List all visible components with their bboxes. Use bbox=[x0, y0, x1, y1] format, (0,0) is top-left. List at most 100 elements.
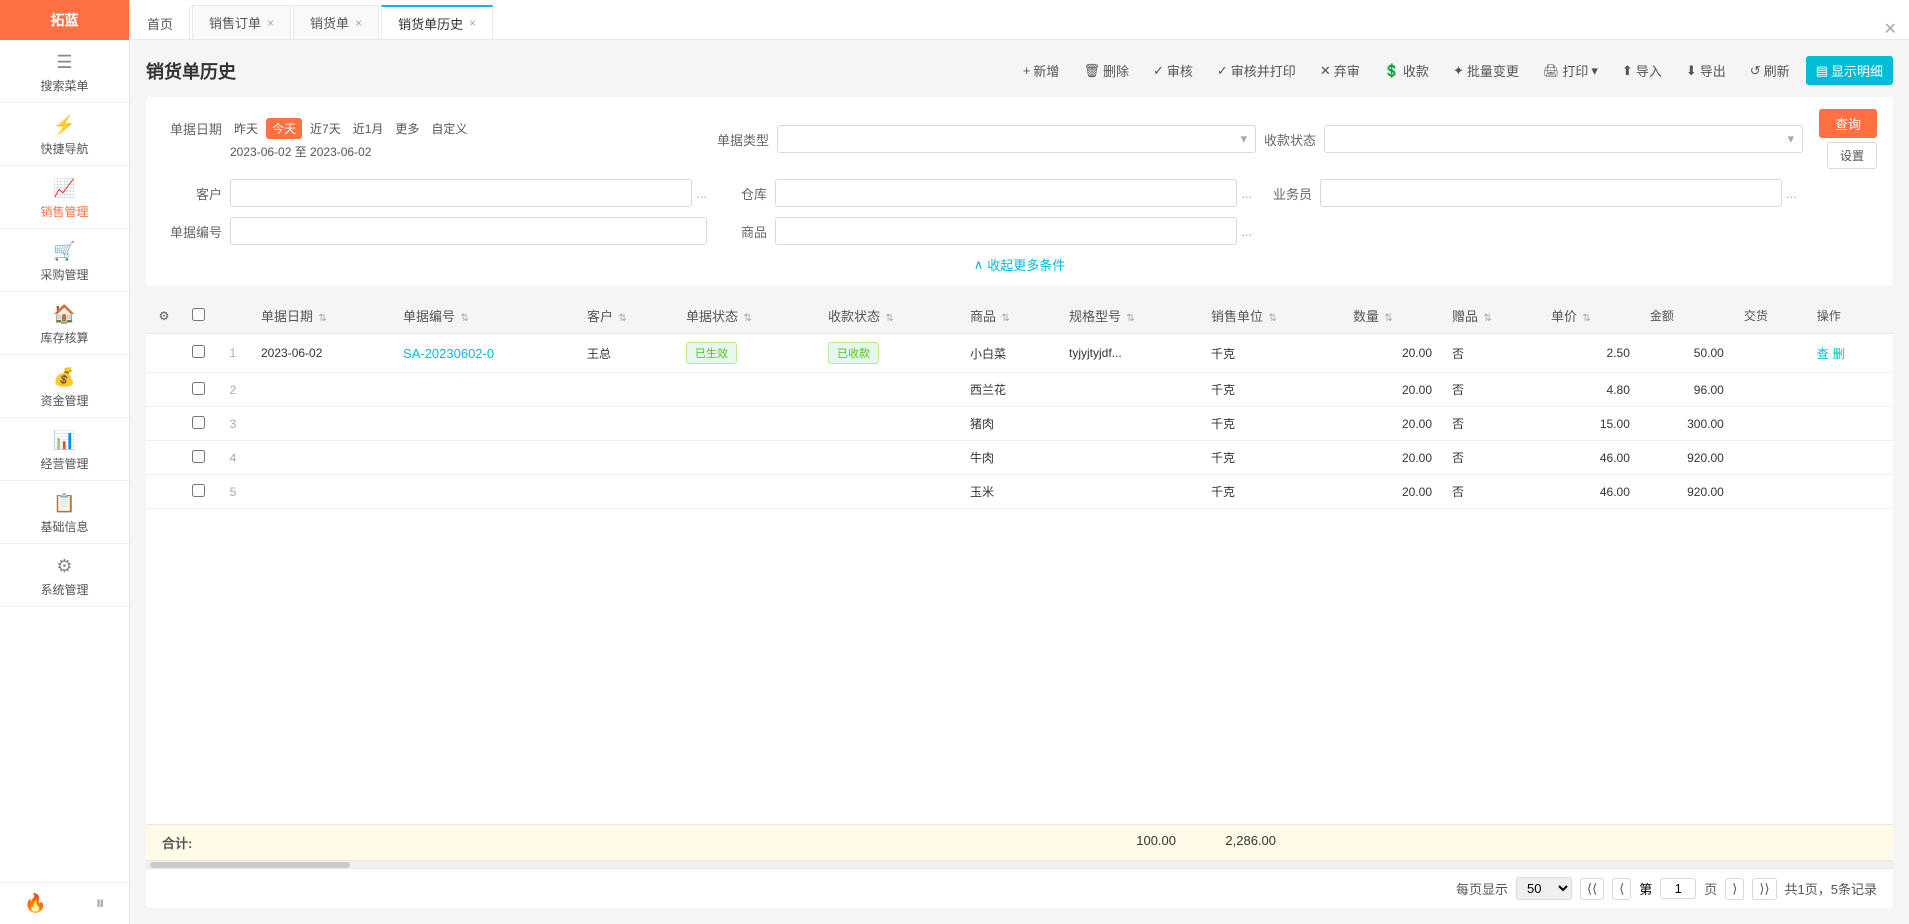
cell-quantity-2: 20.00 bbox=[1343, 407, 1442, 441]
settings-button[interactable]: 设置 bbox=[1827, 142, 1877, 169]
doc-number-link-0[interactable]: SA-20230602-0 bbox=[403, 346, 494, 361]
page-last-button[interactable]: ⟩⟩ bbox=[1752, 878, 1776, 900]
col-unit-price[interactable]: 单价 ⇅ bbox=[1541, 298, 1640, 334]
col-doc-status[interactable]: 单据状态 ⇅ bbox=[676, 298, 818, 334]
sidebar-item-system-mgmt[interactable]: ⚙ 系统管理 bbox=[0, 544, 129, 607]
sort-icon-gift: ⇅ bbox=[1483, 313, 1491, 324]
tab-home[interactable]: 首页 bbox=[130, 5, 190, 39]
sidebar-item-inventory[interactable]: 🏠 库存核算 bbox=[0, 292, 129, 355]
tab-sales-order-close[interactable]: × bbox=[267, 16, 274, 30]
cell-unitprice-3: 46.00 bbox=[1541, 441, 1640, 475]
filter-doc-type-group: 单据类型 ▾ bbox=[709, 125, 1256, 153]
warehouse-dots[interactable]: ... bbox=[1241, 186, 1252, 201]
query-button[interactable]: 查询 bbox=[1819, 109, 1877, 138]
sidebar-item-sales-mgmt[interactable]: 📈 销售管理 bbox=[0, 166, 129, 229]
export-button[interactable]: ⬇ 导出 bbox=[1678, 57, 1734, 84]
col-spec[interactable]: 规格型号 ⇅ bbox=[1059, 298, 1201, 334]
date-shortcut-7days[interactable]: 近7天 bbox=[306, 118, 345, 139]
import-button[interactable]: ⬆ 导入 bbox=[1614, 57, 1670, 84]
approve-print-button[interactable]: ✓ 审核并打印 bbox=[1209, 57, 1304, 84]
col-gift[interactable]: 赠品 ⇅ bbox=[1442, 298, 1541, 334]
show-details-button[interactable]: ▤ 显示明细 bbox=[1806, 56, 1893, 85]
print-button[interactable]: 🖨 打印 ▾ bbox=[1535, 57, 1606, 84]
page-number-input[interactable] bbox=[1660, 878, 1696, 899]
col-doc-number[interactable]: 单据编号 ⇅ bbox=[393, 298, 577, 334]
filter-doc-type-select[interactable]: ▾ bbox=[777, 125, 1256, 153]
filter-product-input[interactable] bbox=[775, 217, 1237, 245]
sort-icon-spec: ⇅ bbox=[1126, 313, 1134, 324]
cell-customer-1 bbox=[577, 373, 676, 407]
col-sales-unit[interactable]: 销售单位 ⇅ bbox=[1201, 298, 1343, 334]
cell-salesunit-1: 千克 bbox=[1201, 373, 1343, 407]
page-size-select[interactable]: 50 100 200 bbox=[1516, 877, 1572, 900]
product-dots[interactable]: ... bbox=[1241, 224, 1252, 239]
batch-change-button[interactable]: ✦ 批量变更 bbox=[1445, 57, 1527, 84]
salesperson-dots[interactable]: ... bbox=[1786, 186, 1797, 201]
scrollbar-thumb[interactable] bbox=[150, 862, 350, 868]
col-checkbox[interactable] bbox=[182, 298, 215, 334]
cell-settings bbox=[146, 373, 182, 407]
col-quantity[interactable]: 数量 ⇅ bbox=[1343, 298, 1442, 334]
row-checkbox-0[interactable] bbox=[192, 345, 205, 358]
cell-product-3: 牛肉 bbox=[960, 441, 1059, 475]
col-doc-date[interactable]: 单据日期 ⇅ bbox=[251, 298, 393, 334]
tab-delivery-history[interactable]: 销货单历史 × bbox=[381, 5, 493, 39]
cell-amount-0: 50.00 bbox=[1640, 334, 1734, 373]
row-checkbox-1[interactable] bbox=[192, 382, 205, 395]
date-shortcut-today[interactable]: 今天 bbox=[266, 118, 302, 139]
table-summary: 合计: 100.00 2,286.00 bbox=[146, 824, 1893, 860]
action-btn-1-row-0[interactable]: 删 bbox=[1833, 347, 1845, 361]
collapse-button[interactable]: ∧ 收起更多条件 bbox=[162, 255, 1877, 274]
col-settings[interactable]: ⚙ bbox=[146, 298, 182, 334]
tab-sales-order[interactable]: 销售订单 × bbox=[192, 5, 291, 39]
filter-doc-number-input[interactable] bbox=[230, 217, 707, 245]
customer-dots[interactable]: ... bbox=[696, 186, 707, 201]
doc-status-badge-0: 已生效 bbox=[686, 342, 737, 364]
page-size-label: 每页显示 bbox=[1456, 879, 1508, 898]
row-checkbox-2[interactable] bbox=[192, 416, 205, 429]
col-payment-status[interactable]: 收款状态 ⇅ bbox=[818, 298, 960, 334]
row-checkbox-3[interactable] bbox=[192, 450, 205, 463]
page-prev-button[interactable]: ⟨ bbox=[1612, 878, 1631, 900]
filter-customer-input[interactable] bbox=[230, 179, 692, 207]
pause-icon[interactable]: ⏸ bbox=[96, 893, 105, 914]
cell-trade-2 bbox=[1734, 407, 1807, 441]
tab-close-all[interactable]: ✕ bbox=[1872, 19, 1909, 39]
refresh-button[interactable]: ↺ 刷新 bbox=[1742, 57, 1798, 84]
tab-delivery[interactable]: 销货单 × bbox=[293, 5, 379, 39]
action-btn-0-row-0[interactable]: 查 bbox=[1817, 347, 1829, 361]
sidebar-item-purchase-mgmt[interactable]: 🛒 采购管理 bbox=[0, 229, 129, 292]
date-shortcut-yesterday[interactable]: 昨天 bbox=[230, 118, 262, 139]
filter-salesperson-input[interactable] bbox=[1320, 179, 1782, 207]
collect-button[interactable]: 💲 收款 bbox=[1376, 57, 1437, 84]
fire-icon[interactable]: 🔥 bbox=[24, 893, 46, 914]
page-first-button[interactable]: ⟨⟨ bbox=[1580, 878, 1604, 900]
cell-docnum-1 bbox=[393, 373, 577, 407]
row-checkbox-4[interactable] bbox=[192, 484, 205, 497]
filter-warehouse-input[interactable] bbox=[775, 179, 1237, 207]
date-shortcut-custom[interactable]: 自定义 bbox=[427, 118, 471, 139]
col-product[interactable]: 商品 ⇅ bbox=[960, 298, 1059, 334]
sidebar-item-search-menu[interactable]: ☰ 搜索菜单 bbox=[0, 40, 129, 103]
sidebar-item-basic-info[interactable]: 📋 基础信息 bbox=[0, 481, 129, 544]
tab-delivery-close[interactable]: × bbox=[355, 16, 362, 30]
select-all-checkbox[interactable] bbox=[192, 308, 205, 321]
page-next-button[interactable]: ⟩ bbox=[1725, 878, 1744, 900]
sidebar-item-quick-nav[interactable]: ⚡ 快捷导航 bbox=[0, 103, 129, 166]
approve-button[interactable]: ✓ 审核 bbox=[1145, 57, 1201, 84]
show-details-label: 显示明细 bbox=[1831, 61, 1883, 80]
cell-customer-3 bbox=[577, 441, 676, 475]
discard-button[interactable]: ✕ 弃审 bbox=[1312, 57, 1368, 84]
date-shortcut-more[interactable]: 更多 bbox=[391, 118, 423, 139]
horizontal-scrollbar[interactable] bbox=[146, 860, 1893, 868]
tab-delivery-history-close[interactable]: × bbox=[469, 16, 476, 30]
add-button[interactable]: + 新增 bbox=[1015, 57, 1068, 84]
filter-payment-status-select[interactable]: ▾ bbox=[1324, 125, 1803, 153]
table-container: ⚙ 单据日期 ⇅ 单据编号 ⇅ bbox=[146, 298, 1893, 824]
cell-quantity-0: 20.00 bbox=[1343, 334, 1442, 373]
sidebar-item-operation[interactable]: 📊 经营管理 bbox=[0, 418, 129, 481]
date-shortcut-1month[interactable]: 近1月 bbox=[349, 118, 388, 139]
sidebar-item-finance[interactable]: 💰 资金管理 bbox=[0, 355, 129, 418]
delete-button[interactable]: 🗑 删除 bbox=[1075, 57, 1137, 84]
col-customer[interactable]: 客户 ⇅ bbox=[577, 298, 676, 334]
